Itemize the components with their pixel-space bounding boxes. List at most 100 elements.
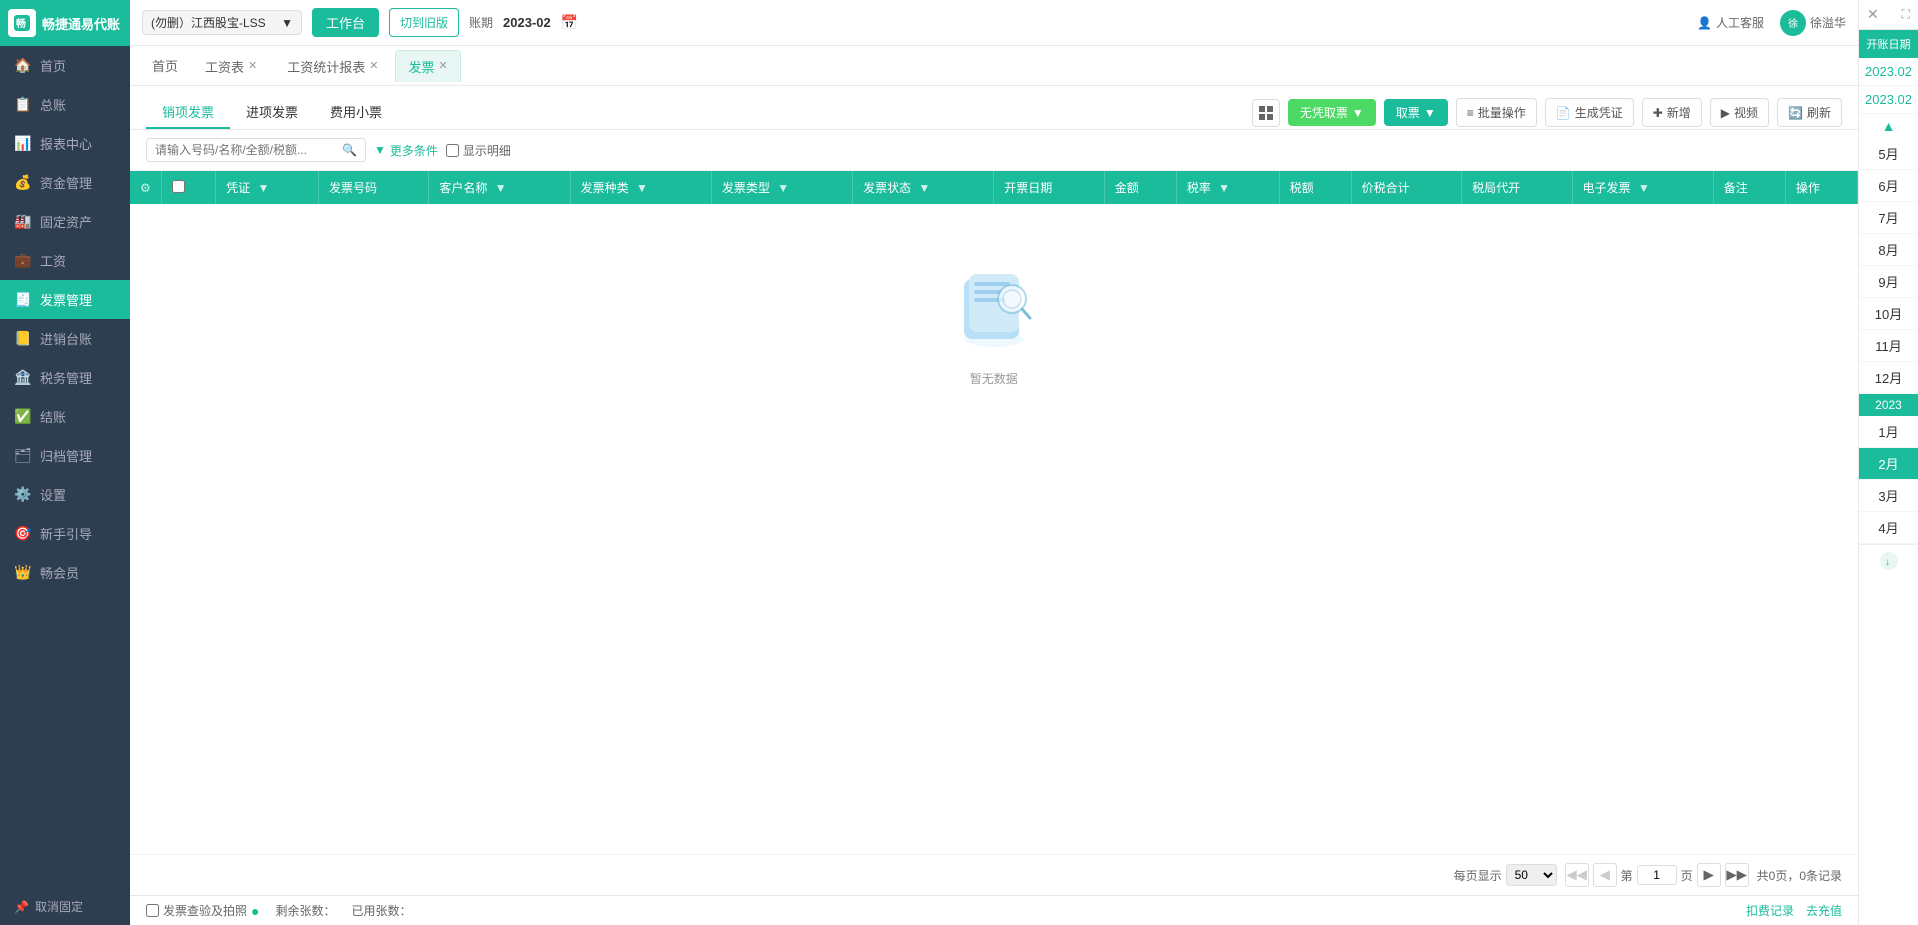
- sidebar-item-label: 税务管理: [40, 368, 92, 387]
- date-month-2023-1[interactable]: 1月: [1859, 416, 1918, 448]
- electronic-filter-icon[interactable]: ▼: [1638, 181, 1650, 195]
- sub-tab-sales[interactable]: 销项发票: [146, 96, 230, 129]
- date-month-2022-9[interactable]: 9月: [1859, 266, 1918, 298]
- sidebar-item-salary[interactable]: 💼 工资: [0, 241, 130, 280]
- sidebar-pin[interactable]: 📌 取消固定: [0, 888, 130, 925]
- finance-icon: 💰: [14, 174, 32, 191]
- col-electronic: 电子发票 ▼: [1572, 171, 1713, 204]
- tab-salary-report-close-icon[interactable]: ✕: [369, 61, 378, 72]
- sidebar-item-purchase[interactable]: 📒 进销台账: [0, 319, 130, 358]
- sidebar-item-finance[interactable]: 💰 资金管理: [0, 163, 130, 202]
- first-page-button[interactable]: ◀◀: [1565, 863, 1589, 887]
- settings-icon: ⚙️: [14, 486, 32, 503]
- tab-invoice[interactable]: 发票 ✕: [395, 50, 460, 82]
- page-size-select[interactable]: 每页显示 50 10 20 100: [1454, 864, 1557, 886]
- date-month-2022-5[interactable]: 5月: [1859, 138, 1918, 170]
- page-input[interactable]: [1637, 865, 1677, 885]
- recharge-link[interactable]: 去充值: [1806, 902, 1842, 919]
- company-selector[interactable]: (勿删）江西股宝-LSS ▼: [142, 10, 302, 35]
- support-item[interactable]: 👤 人工客服: [1697, 14, 1764, 31]
- sidebar-item-home[interactable]: 🏠 首页: [0, 46, 130, 85]
- sub-tab-actions: 无凭取票 ▼ 取票 ▼ ≡ 批量操作 📄 生成凭证 ✚ 新增: [1252, 98, 1842, 127]
- switch-old-button[interactable]: 切到旧版: [389, 8, 459, 37]
- tax-rate-filter-icon[interactable]: ▼: [1218, 181, 1230, 195]
- refresh-label: 刷新: [1807, 104, 1831, 121]
- date-nav-up-icon[interactable]: ▲: [1859, 114, 1918, 138]
- verify-checkbox[interactable]: [146, 904, 159, 917]
- no-voucher-button[interactable]: 无凭取票 ▼: [1288, 99, 1376, 126]
- col-invoice-kind: 发票类型 ▼: [711, 171, 852, 204]
- date-month-2022-8[interactable]: 8月: [1859, 234, 1918, 266]
- grid-layout-button[interactable]: [1252, 99, 1280, 127]
- invoice-kind-filter-icon[interactable]: ▼: [777, 181, 789, 195]
- sub-tab-expense[interactable]: 费用小票: [314, 96, 398, 129]
- page-size-dropdown[interactable]: 50 10 20 100: [1506, 864, 1557, 886]
- sidebar-item-archive[interactable]: 🗂 归档管理: [0, 436, 130, 475]
- open-period-button[interactable]: 开账日期: [1859, 30, 1918, 58]
- filter-button[interactable]: ▼ 更多条件: [374, 142, 438, 159]
- sidebar-item-label: 报表中心: [40, 134, 92, 153]
- user-item[interactable]: 徐 徐溢华: [1780, 10, 1846, 36]
- col-settings[interactable]: ⚙: [130, 171, 161, 204]
- sidebar-item-closing[interactable]: ✅ 结账: [0, 397, 130, 436]
- col-invoice-status: 发票状态 ▼: [853, 171, 994, 204]
- sidebar-item-invoice[interactable]: 🧾 发票管理: [0, 280, 130, 319]
- search-box[interactable]: 🔍: [146, 138, 366, 162]
- date-month-2022-12[interactable]: 12月: [1859, 362, 1918, 394]
- date-nav-down-icon[interactable]: ↓: [1859, 544, 1918, 582]
- fee-record-link[interactable]: 扣费记录: [1746, 902, 1794, 919]
- tab-salary[interactable]: 工资表 ✕: [192, 50, 270, 82]
- sidebar-item-guide[interactable]: 🎯 新手引导: [0, 514, 130, 553]
- show-detail-label[interactable]: 显示明细: [446, 142, 511, 159]
- calendar-icon[interactable]: 📅: [561, 14, 578, 31]
- batch-op-button[interactable]: ≡ 批量操作: [1456, 98, 1537, 127]
- sidebar-item-assets[interactable]: 🏭 固定资产: [0, 202, 130, 241]
- video-button[interactable]: ▶ 视频: [1710, 98, 1769, 127]
- tab-home[interactable]: 首页: [142, 50, 188, 81]
- col-checkbox[interactable]: [161, 171, 215, 204]
- sub-tab-purchase[interactable]: 进项发票: [230, 96, 314, 129]
- tab-salary-close-icon[interactable]: ✕: [248, 61, 257, 72]
- voucher-filter-icon[interactable]: ▼: [258, 181, 270, 195]
- date-header-2[interactable]: 2023.02: [1859, 86, 1918, 114]
- take-ticket-button[interactable]: 取票 ▼: [1384, 99, 1448, 126]
- date-month-2022-7[interactable]: 7月: [1859, 202, 1918, 234]
- workbench-button[interactable]: 工作台: [312, 8, 379, 37]
- show-detail-checkbox[interactable]: [446, 144, 459, 157]
- closing-icon: ✅: [14, 408, 32, 425]
- customer-filter-icon[interactable]: ▼: [495, 181, 507, 195]
- sidebar: 畅 畅捷通易代账 🏠 首页 📋 总账 📊 报表中心 💰 资金管理 🏭 固定资产 …: [0, 0, 130, 925]
- page-label: 第: [1621, 867, 1633, 884]
- sidebar-item-tax[interactable]: 🏦 税务管理: [0, 358, 130, 397]
- invoice-status-filter-icon[interactable]: ▼: [918, 181, 930, 195]
- sidebar-item-settings[interactable]: ⚙️ 设置: [0, 475, 130, 514]
- date-month-2022-6[interactable]: 6月: [1859, 170, 1918, 202]
- date-month-2022-10[interactable]: 10月: [1859, 298, 1918, 330]
- tab-invoice-close-icon[interactable]: ✕: [439, 61, 448, 72]
- date-month-2022-11[interactable]: 11月: [1859, 330, 1918, 362]
- date-month-2023-4[interactable]: 4月: [1859, 512, 1918, 544]
- tab-salary-report[interactable]: 工资统计报表 ✕: [274, 50, 391, 82]
- verify-label[interactable]: 发票查验及拍照 ●: [146, 902, 259, 919]
- prev-page-button[interactable]: ◀: [1593, 863, 1617, 887]
- sidebar-item-reports[interactable]: 📊 报表中心: [0, 124, 130, 163]
- sidebar-item-ledger[interactable]: 📋 总账: [0, 85, 130, 124]
- right-panel-expand-icon[interactable]: ⛶: [1902, 7, 1910, 22]
- next-page-button[interactable]: ▶: [1697, 863, 1721, 887]
- gen-voucher-button[interactable]: 📄 生成凭证: [1545, 98, 1634, 127]
- invoice-type-filter-icon[interactable]: ▼: [636, 181, 648, 195]
- new-button[interactable]: ✚ 新增: [1642, 98, 1702, 127]
- select-all-checkbox[interactable]: [172, 180, 185, 193]
- last-page-button[interactable]: ▶▶: [1725, 863, 1749, 887]
- date-year-2023[interactable]: 2023: [1859, 394, 1918, 416]
- search-input[interactable]: [155, 143, 338, 157]
- refresh-button[interactable]: 🔄 刷新: [1777, 98, 1842, 127]
- page-nav: ◀◀ ◀ 第 页 ▶ ▶▶: [1565, 863, 1749, 887]
- right-panel-close-icon[interactable]: ✕: [1867, 6, 1879, 23]
- empty-illustration: [944, 264, 1044, 354]
- date-header-1[interactable]: 2023.02: [1859, 58, 1918, 86]
- date-month-2023-2[interactable]: 2月: [1859, 448, 1918, 480]
- date-month-2023-3[interactable]: 3月: [1859, 480, 1918, 512]
- app-title: 畅捷通易代账: [42, 14, 120, 33]
- sidebar-item-member[interactable]: 👑 畅会员: [0, 553, 130, 592]
